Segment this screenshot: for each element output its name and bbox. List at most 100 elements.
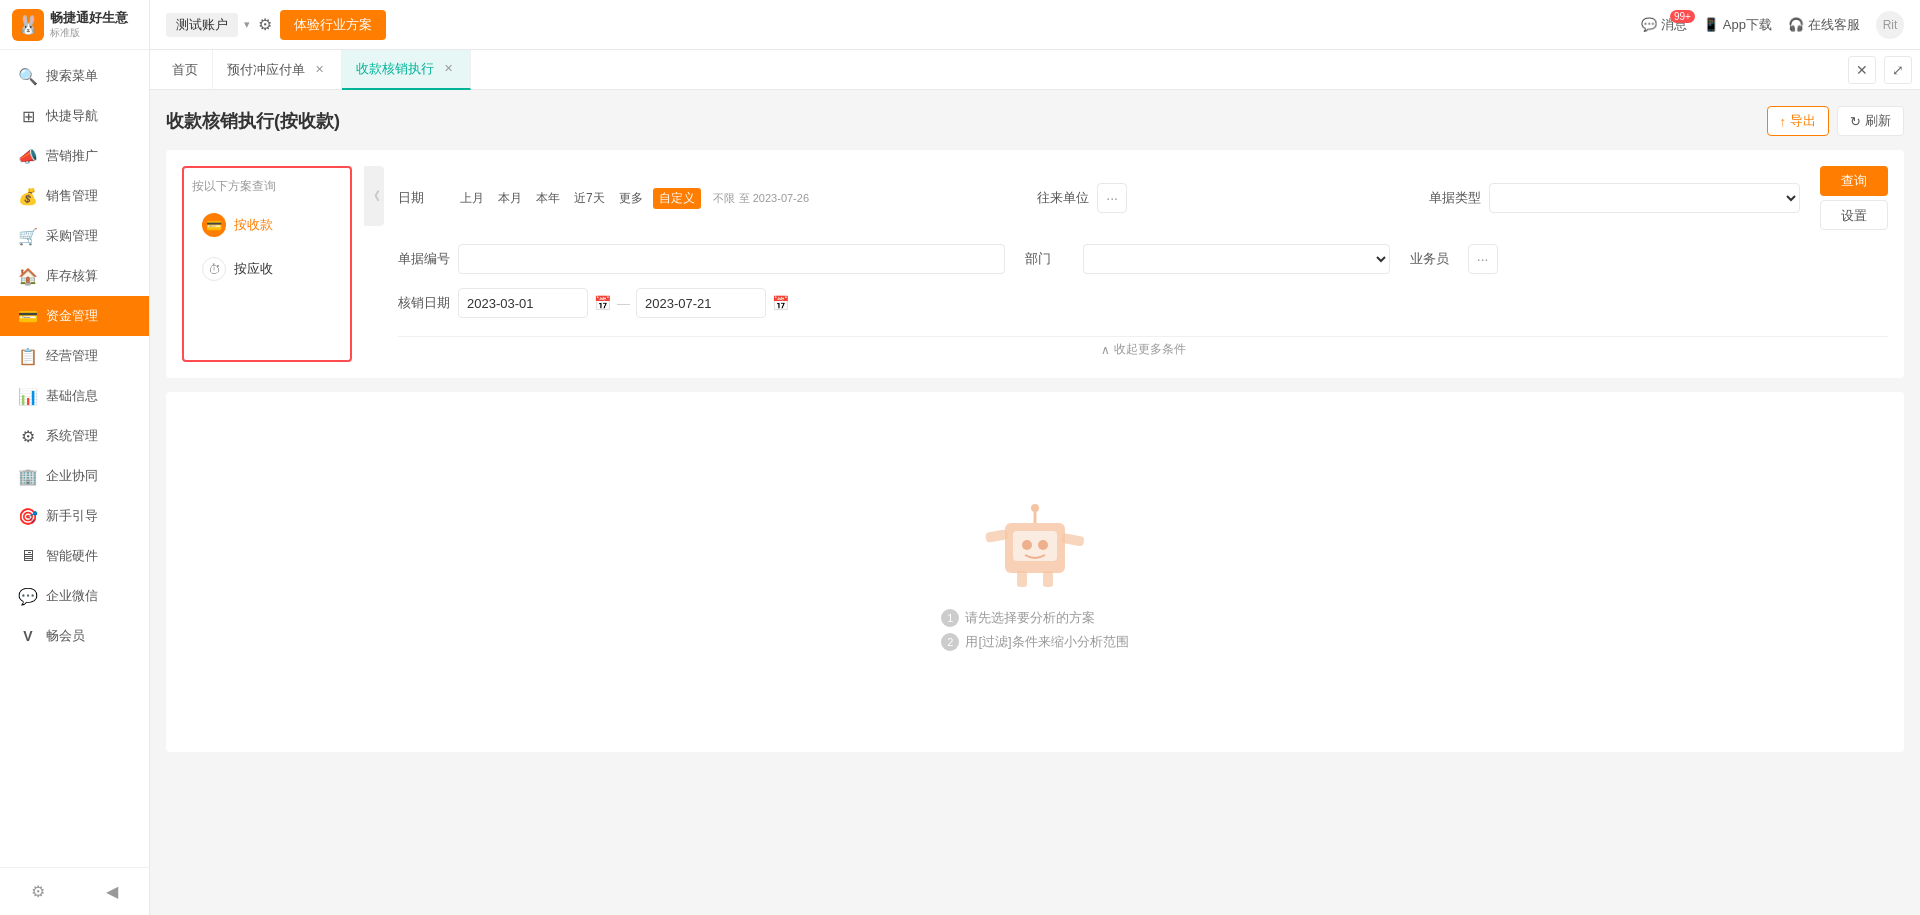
verify-date-label: 核销日期 [398, 294, 450, 312]
refresh-button[interactable]: ↻ 刷新 [1837, 106, 1904, 136]
topbar-left: 测试账户 ▾ ⚙ 体验行业方案 [166, 10, 386, 40]
sidebar-item-system[interactable]: ⚙ 系统管理 [0, 416, 149, 456]
date-field: 日期 上月 本月 本年 近7天 更多 自定义 不限 至 2023-07-26 [398, 188, 1017, 209]
sidebar-item-wechat[interactable]: 💬 企业微信 [0, 576, 149, 616]
hardware-icon: 🖥 [18, 546, 38, 566]
shortcut-this-month[interactable]: 本月 [494, 188, 526, 209]
query-type-by-collect[interactable]: 💳 按收款 [192, 205, 342, 245]
receivable-icon: ⏱ [202, 257, 226, 281]
message-badge: 99+ [1670, 10, 1695, 23]
page-header-actions: ↑ 导出 ↻ 刷新 [1767, 106, 1905, 136]
tab-home[interactable]: 首页 [158, 50, 213, 90]
app-download-btn[interactable]: 📱 App下载 [1703, 16, 1772, 34]
user-avatar[interactable]: Rit [1876, 11, 1904, 39]
export-button[interactable]: ↑ 导出 [1767, 106, 1830, 136]
sidebar-item-inventory[interactable]: 🏠 库存核算 [0, 256, 149, 296]
sidebar-logo: 🐰 畅捷通好生意 标准版 [0, 0, 149, 50]
sidebar-item-hardware[interactable]: 🖥 智能硬件 [0, 536, 149, 576]
solution-button[interactable]: 体验行业方案 [280, 10, 386, 40]
docno-input[interactable] [458, 244, 1005, 274]
cart-icon: 🛒 [18, 226, 38, 246]
online-service-btn[interactable]: 🎧 在线客服 [1788, 16, 1860, 34]
sidebar-item-search-menu[interactable]: 🔍 搜索菜单 [0, 56, 149, 96]
sidebar-item-marketing[interactable]: 📣 营销推广 [0, 136, 149, 176]
doctype-select[interactable] [1489, 183, 1800, 213]
sidebar-item-member[interactable]: V 畅会员 [0, 616, 149, 656]
salesman-dots-btn[interactable]: ··· [1468, 244, 1498, 274]
sidebar-item-operation[interactable]: 📋 经营管理 [0, 336, 149, 376]
date-shortcuts: 上月 本月 本年 近7天 更多 自定义 [456, 188, 701, 209]
calendar-end-icon[interactable]: 📅 [772, 295, 789, 311]
finance-icon: 💳 [18, 306, 38, 326]
shortcut-more[interactable]: 更多 [615, 188, 647, 209]
partner-field: 往来单位 ··· [1037, 183, 1408, 213]
megaphone-icon: 📣 [18, 146, 38, 166]
dropdown-icon[interactable]: ▾ [244, 18, 250, 31]
query-button[interactable]: 查询 [1820, 166, 1888, 196]
export-icon: ↑ [1780, 114, 1787, 129]
tab-close-collect-verify[interactable]: ✕ [440, 61, 456, 77]
partner-dots-btn[interactable]: ··· [1097, 183, 1127, 213]
tab-close-prepay[interactable]: ✕ [311, 62, 327, 78]
shortcut-7days[interactable]: 近7天 [570, 188, 609, 209]
sidebar-item-sales[interactable]: 💰 销售管理 [0, 176, 149, 216]
collapse-up-icon: ∧ [1101, 343, 1110, 357]
shortcut-last-month[interactable]: 上月 [456, 188, 488, 209]
refresh-icon: ↻ [1850, 114, 1861, 129]
topbar-right: 💬 消息 99+ 📱 App下载 🎧 在线客服 Rit [1641, 11, 1904, 39]
verify-date-start[interactable] [458, 288, 588, 318]
tabs-right-actions: ✕ ⤢ [1848, 56, 1912, 84]
filter-row-2: 单据编号 部门 业务员 ··· [398, 244, 1888, 274]
dept-select[interactable] [1083, 244, 1389, 274]
docno-label: 单据编号 [398, 250, 450, 268]
app-logo-text: 畅捷通好生意 标准版 [50, 10, 128, 40]
verify-date-end[interactable] [636, 288, 766, 318]
message-btn[interactable]: 💬 消息 99+ [1641, 16, 1687, 34]
message-icon: 💬 [1641, 17, 1657, 32]
tab-prepay[interactable]: 预付冲应付单 ✕ [213, 50, 342, 90]
sidebar-item-purchase[interactable]: 🛒 采购管理 [0, 216, 149, 256]
window-close-btn[interactable]: ✕ [1848, 56, 1876, 84]
sidebar-item-basic-info[interactable]: 📊 基础信息 [0, 376, 149, 416]
window-expand-btn[interactable]: ⤢ [1884, 56, 1912, 84]
empty-state: 1 请先选择要分析的方案 2 用[过滤]条件来缩小分析范围 [941, 413, 1128, 731]
tip-num-2: 2 [941, 633, 959, 651]
sidebar-item-finance[interactable]: 💳 资金管理 [0, 296, 149, 336]
svg-point-3 [1038, 540, 1048, 550]
collapse-sidebar-btn[interactable]: ◀ [96, 876, 128, 907]
panel-collapse-btn[interactable]: 《 [364, 166, 384, 226]
calendar-start-icon[interactable]: 📅 [594, 295, 611, 311]
verify-date-field: 核销日期 📅 — 📅 [398, 288, 1888, 318]
tip-num-1: 1 [941, 609, 959, 627]
clipboard-icon: 📋 [18, 346, 38, 366]
date-no-limit-area: 不限 至 2023-07-26 [713, 191, 809, 206]
query-type-by-receivable[interactable]: ⏱ 按应收 [192, 249, 342, 289]
sidebar-item-quick-nav[interactable]: ⊞ 快捷导航 [0, 96, 149, 136]
shortcut-custom[interactable]: 自定义 [653, 188, 701, 209]
user-area: 测试账户 ▾ [166, 13, 250, 37]
filter-row-1: 日期 上月 本月 本年 近7天 更多 自定义 不限 至 2023-07-26 [398, 166, 1888, 230]
svg-rect-8 [985, 529, 1008, 543]
sidebar-item-enterprise[interactable]: 🏢 企业协同 [0, 456, 149, 496]
setting-button[interactable]: 设置 [1820, 200, 1888, 230]
content-area: 1 请先选择要分析的方案 2 用[过滤]条件来缩小分析范围 [166, 392, 1904, 752]
svg-rect-6 [1017, 571, 1027, 587]
partner-label: 往来单位 [1037, 189, 1089, 207]
verify-date-range: 📅 — 📅 [458, 288, 789, 318]
wechat-icon: 💬 [18, 586, 38, 606]
tab-collect-verify[interactable]: 收款核销执行 ✕ [342, 50, 471, 90]
page-title: 收款核销执行(按收款) [166, 109, 340, 133]
empty-tips: 1 请先选择要分析的方案 2 用[过滤]条件来缩小分析范围 [941, 609, 1128, 651]
phone-icon: 📱 [1703, 17, 1719, 32]
sidebar-item-guide[interactable]: 🎯 新手引导 [0, 496, 149, 536]
settings-bottom-btn[interactable]: ⚙ [21, 876, 55, 907]
shortcut-this-year[interactable]: 本年 [532, 188, 564, 209]
collect-icon: 💳 [202, 213, 226, 237]
salesman-field: 业务员 ··· [1410, 244, 1774, 274]
main-area: 测试账户 ▾ ⚙ 体验行业方案 💬 消息 99+ 📱 App下载 🎧 在线客服 … [150, 0, 1920, 915]
topbar: 测试账户 ▾ ⚙ 体验行业方案 💬 消息 99+ 📱 App下载 🎧 在线客服 … [150, 0, 1920, 50]
topbar-gear-icon[interactable]: ⚙ [258, 15, 272, 34]
sidebar: 🐰 畅捷通好生意 标准版 🔍 搜索菜单 ⊞ 快捷导航 📣 营销推广 💰 销售管理… [0, 0, 150, 915]
search-icon: 🔍 [18, 66, 38, 86]
collapse-more-btn[interactable]: ∧ 收起更多条件 [398, 336, 1888, 362]
